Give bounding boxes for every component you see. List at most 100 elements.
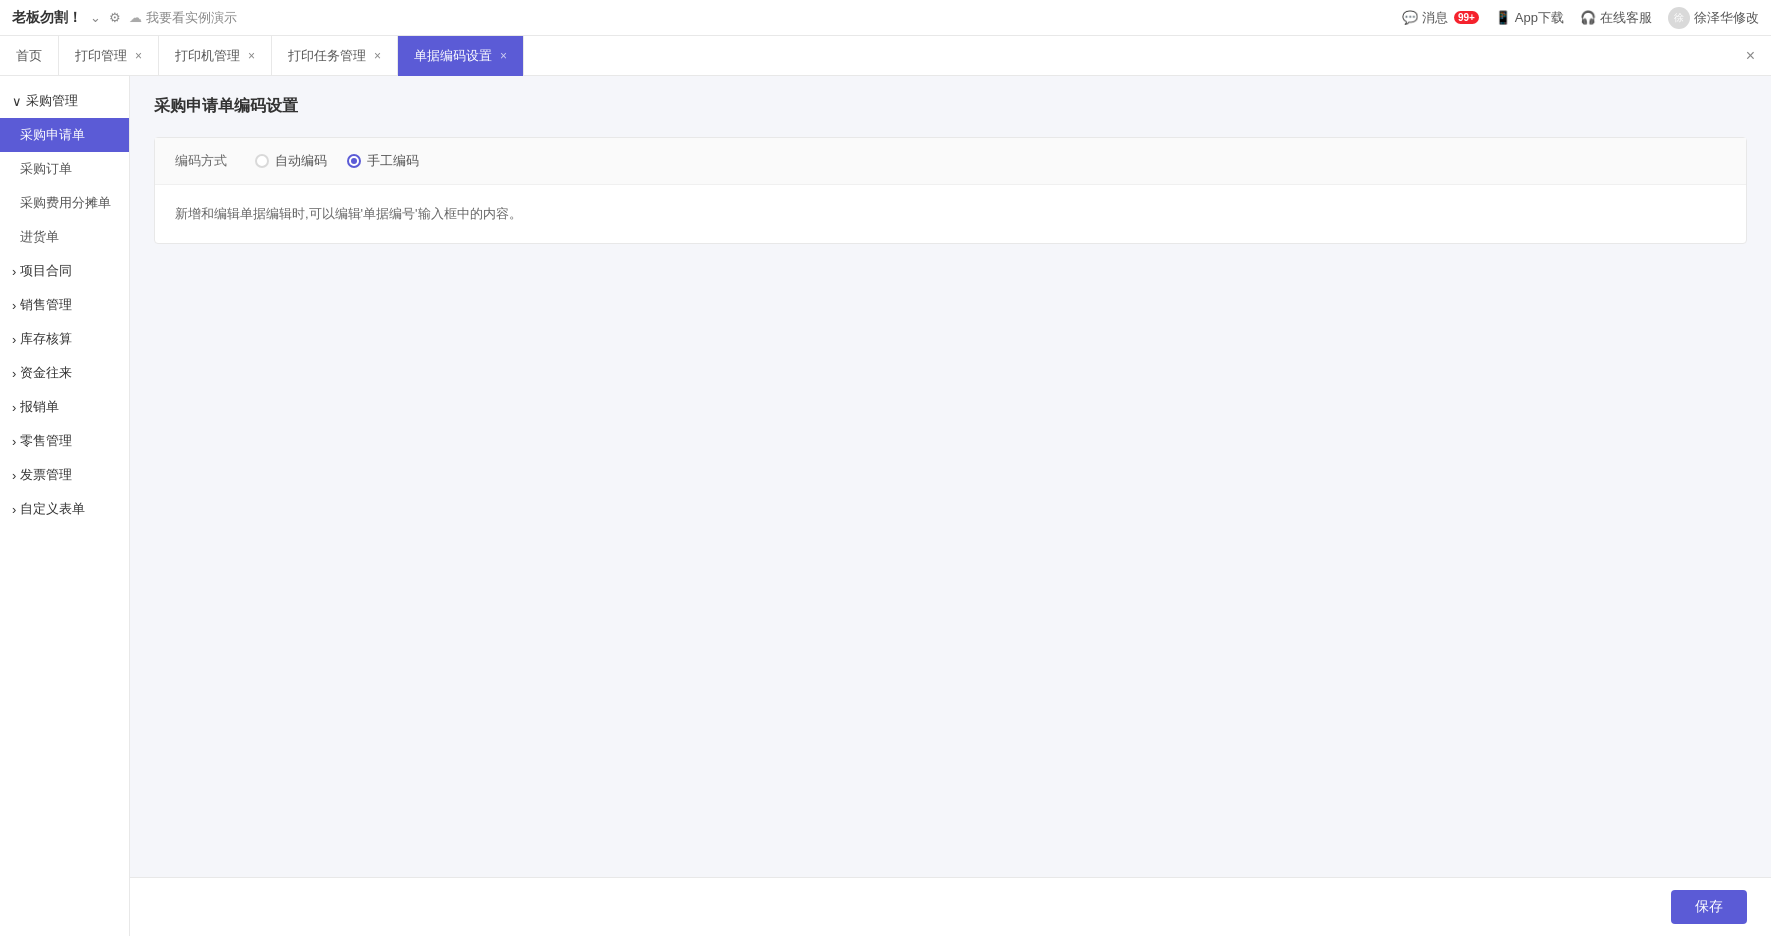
encoding-label: 编码方式	[175, 152, 235, 170]
sidebar-group-purchase-label: 采购管理	[26, 92, 78, 110]
online-service-label: 在线客服	[1600, 9, 1652, 27]
top-bar-right: 💬 消息 99+ 📱 App下载 🎧 在线客服 徐 徐泽华修改	[1402, 7, 1759, 29]
user-menu[interactable]: 徐 徐泽华修改	[1668, 7, 1759, 29]
sidebar-group-project-contract: › 项目合同	[0, 254, 129, 288]
headset-icon: 🎧	[1580, 10, 1596, 25]
tab-encoding-settings-label: 单据编码设置	[414, 47, 492, 65]
radio-manual-label: 手工编码	[367, 152, 419, 170]
content-area: 采购申请单编码设置 编码方式 自动编码 手工编码	[130, 76, 1771, 936]
tab-print-task-management-label: 打印任务管理	[288, 47, 366, 65]
tab-printer-management-close[interactable]: ×	[248, 49, 255, 63]
radio-manual-encoding[interactable]: 手工编码	[347, 152, 419, 170]
tab-encoding-settings[interactable]: 单据编码设置 ×	[398, 36, 524, 76]
sidebar-group-sales: › 销售管理	[0, 288, 129, 322]
sidebar-group-inventory-title[interactable]: › 库存核算	[0, 322, 129, 356]
online-service-button[interactable]: 🎧 在线客服	[1580, 9, 1652, 27]
app-download-label: App下载	[1515, 9, 1564, 27]
sidebar-group-custom-form-title[interactable]: › 自定义表单	[0, 492, 129, 526]
messages-label: 消息	[1422, 9, 1448, 27]
tab-print-management-label: 打印管理	[75, 47, 127, 65]
sidebar-group-retail-arrow: ›	[12, 434, 16, 449]
radio-auto-label: 自动编码	[275, 152, 327, 170]
avatar: 徐	[1668, 7, 1690, 29]
settings-card: 编码方式 自动编码 手工编码 新增和编辑单据编辑时,可以编辑'单据编号'输入框中…	[154, 137, 1747, 244]
sidebar-item-purchase-order[interactable]: 采购订单	[0, 152, 129, 186]
top-bar-left: 老板勿割！ ⌄ ⚙ ☁ 我要看实例演示	[12, 9, 237, 27]
sidebar-group-funds-arrow: ›	[12, 366, 16, 381]
user-name: 徐泽华修改	[1694, 9, 1759, 27]
sidebar-group-custom-form: › 自定义表单	[0, 492, 129, 526]
sidebar-group-invoice-label: 发票管理	[20, 466, 72, 484]
radio-manual-circle	[347, 154, 361, 168]
sidebar-group-funds-title[interactable]: › 资金往来	[0, 356, 129, 390]
brand-dropdown-icon[interactable]: ⌄	[90, 10, 101, 25]
sidebar-group-sales-arrow: ›	[12, 298, 16, 313]
content-main: 采购申请单编码设置 编码方式 自动编码 手工编码	[130, 76, 1771, 877]
sidebar-item-purchase-request-label: 采购申请单	[20, 127, 85, 142]
sidebar-group-retail: › 零售管理	[0, 424, 129, 458]
sidebar-group-sales-label: 销售管理	[20, 296, 72, 314]
tab-bar: 首页 打印管理 × 打印机管理 × 打印任务管理 × 单据编码设置 × ×	[0, 36, 1771, 76]
sidebar-group-expense-report-label: 报销单	[20, 398, 59, 416]
tab-printer-management[interactable]: 打印机管理 ×	[159, 36, 272, 76]
sidebar-group-purchase: ∨ 采购管理 采购申请单 采购订单 采购费用分摊单 进货单	[0, 84, 129, 254]
sidebar-group-inventory-label: 库存核算	[20, 330, 72, 348]
sidebar-group-project-contract-label: 项目合同	[20, 262, 72, 280]
tab-print-management-close[interactable]: ×	[135, 49, 142, 63]
tab-printer-management-label: 打印机管理	[175, 47, 240, 65]
radio-auto-encoding[interactable]: 自动编码	[255, 152, 327, 170]
sidebar-group-project-contract-arrow: ›	[12, 264, 16, 279]
sidebar-group-inventory-arrow: ›	[12, 332, 16, 347]
cloud-icon: ☁	[129, 10, 142, 25]
sidebar-group-purchase-arrow: ∨	[12, 94, 22, 109]
sidebar-group-expense-report-arrow: ›	[12, 400, 16, 415]
sidebar-group-custom-form-arrow: ›	[12, 502, 16, 517]
tab-home[interactable]: 首页	[0, 36, 59, 76]
tab-print-task-management-close[interactable]: ×	[374, 49, 381, 63]
tab-print-management[interactable]: 打印管理 ×	[59, 36, 159, 76]
message-icon: 💬	[1402, 10, 1418, 25]
sidebar-item-purchase-expense[interactable]: 采购费用分摊单	[0, 186, 129, 220]
sidebar-group-invoice: › 发票管理	[0, 458, 129, 492]
sidebar-group-custom-form-label: 自定义表单	[20, 500, 85, 518]
sidebar-item-purchase-request[interactable]: 采购申请单	[0, 118, 129, 152]
page-title: 采购申请单编码设置	[154, 96, 1747, 117]
app-download-button[interactable]: 📱 App下载	[1495, 9, 1564, 27]
info-text: 新增和编辑单据编辑时,可以编辑'单据编号'输入框中的内容。	[155, 185, 1746, 243]
sidebar-group-funds: › 资金往来	[0, 356, 129, 390]
sidebar-group-funds-label: 资金往来	[20, 364, 72, 382]
sidebar-group-sales-title[interactable]: › 销售管理	[0, 288, 129, 322]
search-bar[interactable]: ☁ 我要看实例演示	[129, 9, 237, 27]
sidebar-group-inventory: › 库存核算	[0, 322, 129, 356]
radio-auto-circle	[255, 154, 269, 168]
search-text: 我要看实例演示	[146, 9, 237, 27]
messages-badge: 99+	[1454, 11, 1479, 24]
sidebar-item-goods-receipt[interactable]: 进货单	[0, 220, 129, 254]
brand-label: 老板勿割！	[12, 9, 82, 27]
content-footer: 保存	[130, 877, 1771, 936]
global-close-button[interactable]: ×	[1730, 47, 1771, 65]
sidebar-group-project-contract-title[interactable]: › 项目合同	[0, 254, 129, 288]
top-bar: 老板勿割！ ⌄ ⚙ ☁ 我要看实例演示 💬 消息 99+ 📱 App下载 🎧 在…	[0, 0, 1771, 36]
tab-encoding-settings-close[interactable]: ×	[500, 49, 507, 63]
sidebar-group-retail-title[interactable]: › 零售管理	[0, 424, 129, 458]
sidebar-item-purchase-expense-label: 采购费用分摊单	[20, 195, 111, 210]
sidebar-group-retail-label: 零售管理	[20, 432, 72, 450]
sidebar-item-goods-receipt-label: 进货单	[20, 229, 59, 244]
settings-icon[interactable]: ⚙	[109, 10, 121, 25]
radio-group: 自动编码 手工编码	[255, 152, 419, 170]
sidebar-group-expense-report-title[interactable]: › 报销单	[0, 390, 129, 424]
sidebar-group-purchase-title[interactable]: ∨ 采购管理	[0, 84, 129, 118]
sidebar-group-invoice-arrow: ›	[12, 468, 16, 483]
app-download-icon: 📱	[1495, 10, 1511, 25]
sidebar-item-purchase-order-label: 采购订单	[20, 161, 72, 176]
sidebar-group-expense-report: › 报销单	[0, 390, 129, 424]
save-button[interactable]: 保存	[1671, 890, 1747, 924]
sidebar-group-invoice-title[interactable]: › 发票管理	[0, 458, 129, 492]
tab-home-label: 首页	[16, 47, 42, 65]
tab-print-task-management[interactable]: 打印任务管理 ×	[272, 36, 398, 76]
sidebar: ∨ 采购管理 采购申请单 采购订单 采购费用分摊单 进货单 › 项目合同	[0, 76, 130, 936]
messages-button[interactable]: 💬 消息 99+	[1402, 9, 1479, 27]
main-layout: ∨ 采购管理 采购申请单 采购订单 采购费用分摊单 进货单 › 项目合同	[0, 76, 1771, 936]
encoding-row: 编码方式 自动编码 手工编码	[155, 138, 1746, 185]
